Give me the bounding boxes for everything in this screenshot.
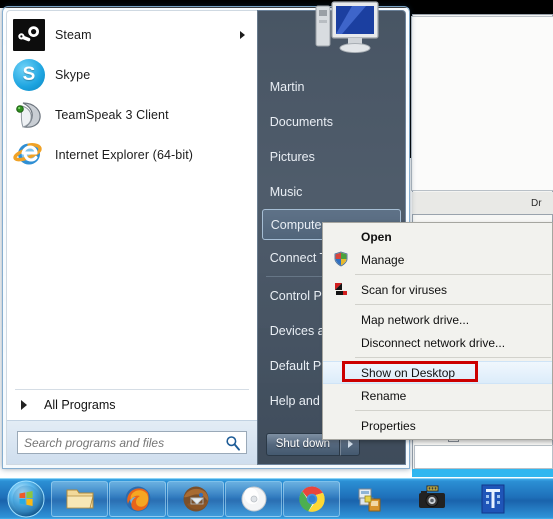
taskbar-button-firefox[interactable] (109, 481, 166, 517)
antivirus-icon (333, 281, 349, 297)
screen: Dr ll all Match case (0, 0, 553, 519)
context-menu-item-manage[interactable]: Manage (323, 248, 552, 271)
background-window-body (411, 16, 553, 191)
google-chrome-icon (298, 486, 325, 512)
context-menu-label: Map network drive... (361, 312, 470, 327)
background-column-header: Dr (531, 198, 542, 209)
background-window-scrollbar[interactable] (412, 469, 553, 477)
context-menu-separator (355, 304, 551, 305)
program-label: Steam (55, 28, 92, 42)
context-menu-item-open[interactable]: Open (323, 225, 552, 248)
context-menu: Open Manage Scan for viruses Map network… (322, 222, 553, 440)
context-menu-label: Manage (361, 252, 405, 267)
context-menu-item-disconnect-network-drive[interactable]: Disconnect network drive... (323, 331, 552, 354)
context-menu-label: Disconnect network drive... (361, 335, 506, 350)
right-item-documents[interactable]: Documents (258, 104, 405, 139)
right-item-music[interactable]: Music (258, 174, 405, 209)
context-menu-item-scan-for-viruses[interactable]: Scan for viruses (323, 278, 552, 301)
program-label: Skype (55, 68, 91, 82)
windows-explorer-icon (66, 489, 94, 509)
context-menu-item-show-on-desktop[interactable]: Show on Desktop (323, 361, 552, 384)
program-label: Internet Explorer (64-bit) (55, 148, 194, 162)
context-menu-item-map-network-drive[interactable]: Map network drive... (323, 308, 552, 331)
context-menu-item-rename[interactable]: Rename (323, 384, 552, 407)
context-menu-item-properties[interactable]: Properties (323, 414, 552, 437)
search-zone (7, 420, 257, 464)
context-menu-label: Properties (361, 418, 416, 433)
search-box[interactable] (17, 431, 247, 454)
right-item-martin[interactable]: Martin (258, 69, 405, 104)
background-window (411, 14, 553, 214)
camera-icon (419, 485, 445, 508)
program-list: Steam S Skype TeamSpeak 3 Client Interne… (7, 11, 257, 389)
taskbar-button-thunderbird[interactable] (167, 481, 224, 517)
chevron-right-icon (21, 400, 27, 410)
teamspeak-icon (13, 99, 45, 131)
taskbar-button-windows-explorer[interactable] (51, 481, 108, 517)
right-item-label: Pictures (269, 149, 315, 164)
program-item-internet-explorer[interactable]: Internet Explorer (64-bit) (7, 135, 257, 175)
background-window-list (414, 445, 553, 469)
thunderbird-icon (183, 486, 208, 512)
program-item-teamspeak[interactable]: TeamSpeak 3 Client (7, 95, 257, 135)
context-menu-separator (355, 357, 551, 358)
taskbar-button-printer[interactable] (341, 481, 401, 517)
search-input[interactable] (24, 432, 240, 453)
uac-shield-icon (333, 251, 349, 267)
blue-app-icon (481, 484, 505, 514)
taskbar-button-google-chrome[interactable] (283, 481, 340, 517)
taskbar-button-blue-app[interactable] (463, 481, 523, 517)
skype-icon: S (13, 59, 45, 91)
right-item-label: Martin (269, 79, 305, 94)
right-item-label: Documents (269, 114, 333, 129)
program-item-skype[interactable]: S Skype (7, 55, 257, 95)
right-item-label: Music (269, 184, 303, 199)
taskbar-button-camera[interactable] (402, 481, 462, 517)
context-menu-separator (355, 274, 551, 275)
computer-monitor-icon (292, 0, 388, 62)
printer-files-icon (358, 488, 381, 512)
context-menu-label: Open (361, 229, 392, 244)
context-menu-label: Scan for viruses (361, 282, 448, 297)
right-item-pictures[interactable]: Pictures (258, 139, 405, 174)
chevron-right-icon (347, 440, 353, 448)
program-label: TeamSpeak 3 Client (55, 108, 169, 122)
windows-start-orb-icon[interactable] (2, 480, 50, 518)
all-programs-label: All Programs (44, 398, 116, 412)
context-menu-label: Show on Desktop (361, 365, 456, 380)
media-disc-icon (241, 486, 266, 512)
taskbar (0, 478, 553, 519)
internet-explorer-icon (13, 139, 45, 171)
all-programs-button[interactable]: All Programs (7, 390, 257, 420)
steam-icon (13, 19, 45, 51)
firefox-icon (125, 486, 150, 512)
context-menu-separator (355, 410, 551, 411)
start-menu-left-pane: Steam S Skype TeamSpeak 3 Client Interne… (6, 10, 257, 465)
program-item-steam[interactable]: Steam (7, 15, 257, 55)
taskbar-button-media-disc[interactable] (225, 481, 282, 517)
context-menu-label: Rename (361, 388, 407, 403)
submenu-arrow-icon[interactable] (239, 31, 245, 39)
right-item-label: Computer (270, 217, 326, 232)
search-icon (225, 435, 241, 456)
